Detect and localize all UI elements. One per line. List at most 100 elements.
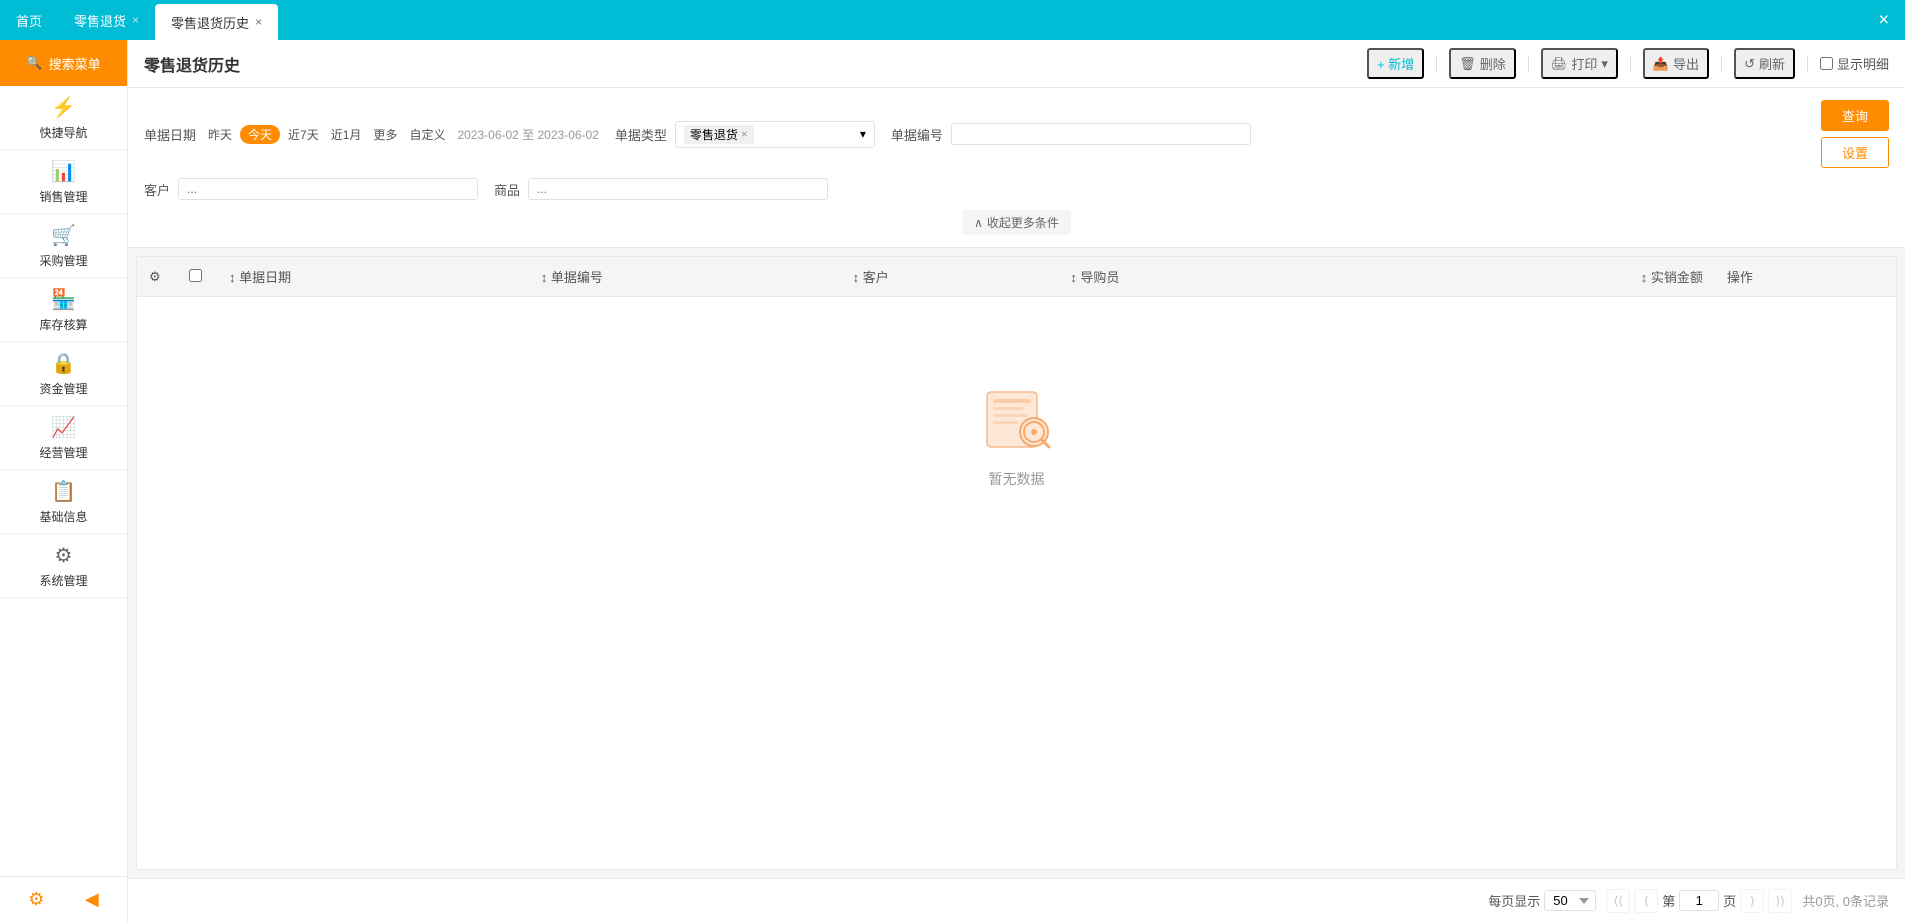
- filter-row-2: 客户 商品: [144, 178, 1889, 200]
- customer-filter: 客户: [144, 178, 478, 200]
- filter-row-1: 单据日期 昨天 今天 近7天 近1月 更多 自定义 2023-06-02 至 2…: [144, 100, 1889, 168]
- refresh-button[interactable]: ↺ 刷新: [1734, 48, 1795, 79]
- sidebar-item-quick-nav-label: 快捷导航: [39, 124, 87, 141]
- finance-icon: 🔒: [51, 351, 76, 376]
- goods-input[interactable]: [528, 178, 828, 200]
- th-customer[interactable]: ↕ 客户: [841, 257, 1059, 297]
- sidebar: 🔍 搜索菜单 ⚡ 快捷导航 📊 销售管理 🛒 采购管理 🏪 库存核算 🔒 资金管…: [0, 40, 128, 922]
- last-page-button[interactable]: ⟩⟩: [1768, 889, 1792, 913]
- th-guide[interactable]: ↕ 导购员: [1058, 257, 1323, 297]
- print-icon: 🖨: [1551, 56, 1568, 72]
- shortcut-1month[interactable]: 近1月: [327, 125, 366, 144]
- empty-cell: 暂无数据: [137, 297, 1896, 570]
- export-icon: 📤: [1653, 56, 1669, 72]
- sidebar-search-label: 搜索菜单: [49, 54, 101, 73]
- next-page-button[interactable]: ⟩: [1740, 889, 1764, 913]
- goods-filter: 商品: [494, 178, 828, 200]
- date-label: 单据日期: [144, 125, 196, 144]
- page-size-dropdown[interactable]: 20 50 100: [1544, 890, 1596, 911]
- sidebar-item-quick-nav[interactable]: ⚡ 快捷导航: [0, 86, 127, 150]
- sidebar-item-operations-label: 经营管理: [39, 444, 87, 461]
- prev-page-button[interactable]: ⟨: [1634, 889, 1658, 913]
- print-button[interactable]: 🖨 打印 ▾: [1541, 48, 1618, 79]
- settings-button[interactable]: 设置: [1821, 137, 1889, 168]
- header-actions: + 新增 🗑 删除 🖨 打印 ▾ 📤 导出: [1367, 48, 1889, 79]
- main-layout: 🔍 搜索菜单 ⚡ 快捷导航 📊 销售管理 🛒 采购管理 🏪 库存核算 🔒 资金管…: [0, 40, 1905, 922]
- th-customer-label: ↕ 客户: [853, 270, 889, 285]
- table-header-row: ⚙ ↕ 单据日期 ↕ 单据编号 ↕ 客户: [137, 257, 1896, 297]
- th-date[interactable]: ↕ 单据日期: [217, 257, 529, 297]
- show-detail-checkbox[interactable]: [1820, 57, 1833, 70]
- shortcut-7days[interactable]: 近7天: [284, 125, 323, 144]
- first-page-button[interactable]: ⟨⟨: [1606, 889, 1630, 913]
- sidebar-item-sales[interactable]: 📊 销售管理: [0, 150, 127, 214]
- sidebar-item-inventory-label: 库存核算: [39, 316, 87, 333]
- th-amount[interactable]: ↕ 实销金额: [1403, 257, 1715, 297]
- query-button[interactable]: 查询: [1821, 100, 1889, 131]
- tab-home[interactable]: 首页: [0, 0, 58, 40]
- page-input[interactable]: [1679, 890, 1719, 911]
- type-tag-value: 零售退货: [690, 126, 738, 143]
- tab-home-label: 首页: [16, 11, 42, 30]
- sidebar-item-sales-label: 销售管理: [39, 188, 87, 205]
- divider-1: [1436, 56, 1437, 72]
- new-button[interactable]: + 新增: [1367, 48, 1424, 79]
- tab-retail-return[interactable]: 零售退货 ×: [58, 0, 155, 40]
- tab-retail-return-history-label: 零售退货历史: [171, 13, 249, 32]
- goods-label: 商品: [494, 180, 520, 199]
- export-button[interactable]: 📤 导出: [1643, 48, 1709, 79]
- th-date-label: ↕ 单据日期: [229, 270, 291, 285]
- operations-icon: 📈: [51, 415, 76, 440]
- select-all-checkbox[interactable]: [189, 269, 202, 282]
- type-select[interactable]: 零售退货 × ▾: [675, 121, 875, 148]
- date-range-display: 2023-06-02 至 2023-06-02: [457, 126, 598, 143]
- inventory-icon: 🏪: [51, 287, 76, 312]
- window-close-icon[interactable]: ×: [1878, 10, 1889, 31]
- tab-retail-return-label: 零售退货: [74, 11, 126, 30]
- sidebar-item-basic-info[interactable]: 📋 基础信息: [0, 470, 127, 534]
- action-buttons: 查询 设置: [1821, 100, 1889, 168]
- sidebar-item-system[interactable]: ⚙ 系统管理: [0, 534, 127, 598]
- page-label: 第: [1662, 891, 1675, 910]
- th-guide-label: ↕ 导购员: [1070, 270, 1119, 285]
- purchase-icon: 🛒: [51, 223, 76, 248]
- collapse-sidebar-icon[interactable]: ◀: [85, 889, 99, 910]
- sidebar-item-finance[interactable]: 🔒 资金管理: [0, 342, 127, 406]
- show-detail-checkbox-label[interactable]: 显示明细: [1820, 54, 1889, 73]
- shortcut-yesterday[interactable]: 昨天: [204, 125, 236, 144]
- show-detail-label: 显示明细: [1837, 54, 1889, 73]
- tab-retail-return-history[interactable]: 零售退货历史 ×: [155, 4, 278, 40]
- data-table: ⚙ ↕ 单据日期 ↕ 单据编号 ↕ 客户: [137, 257, 1896, 569]
- th-number[interactable]: ↕ 单据编号: [529, 257, 841, 297]
- tab-retail-return-history-close[interactable]: ×: [255, 15, 262, 29]
- th-settings[interactable]: ⚙: [137, 257, 177, 297]
- shortcut-today[interactable]: 今天: [240, 125, 280, 144]
- divider-5: [1807, 56, 1808, 72]
- content-area: 零售退货历史 + 新增 🗑 删除 🖨 打印 ▾ 📤 导出: [128, 40, 1905, 922]
- sidebar-search[interactable]: 🔍 搜索菜单: [0, 40, 127, 86]
- table-body: 暂无数据: [137, 297, 1896, 570]
- top-bar: 首页 零售退货 × 零售退货历史 × ×: [0, 0, 1905, 40]
- search-icon: 🔍: [26, 55, 42, 71]
- sidebar-bottom: ⚙ ◀: [0, 876, 127, 922]
- sidebar-item-inventory[interactable]: 🏪 库存核算: [0, 278, 127, 342]
- customer-input[interactable]: [178, 178, 478, 200]
- page-title: 零售退货历史: [144, 52, 240, 76]
- customer-label: 客户: [144, 180, 170, 199]
- sidebar-item-operations[interactable]: 📈 经营管理: [0, 406, 127, 470]
- collapse-icon: ∧: [974, 216, 983, 230]
- empty-illustration: [977, 377, 1057, 457]
- th-checkbox[interactable]: [177, 257, 217, 297]
- number-input[interactable]: [951, 123, 1251, 145]
- system-icon: ⚙: [55, 543, 73, 568]
- tab-retail-return-close[interactable]: ×: [132, 13, 139, 27]
- type-tag-close[interactable]: ×: [741, 127, 748, 141]
- collapse-button[interactable]: ∧ 收起更多条件: [962, 210, 1071, 235]
- settings-bottom-icon[interactable]: ⚙: [28, 889, 44, 910]
- shortcut-more[interactable]: 更多: [369, 125, 401, 144]
- th-action: 操作: [1715, 257, 1896, 297]
- print-dropdown-icon: ▾: [1601, 56, 1608, 72]
- delete-button[interactable]: 🗑 删除: [1449, 48, 1516, 79]
- sidebar-item-purchase[interactable]: 🛒 采购管理: [0, 214, 127, 278]
- shortcut-custom[interactable]: 自定义: [405, 125, 449, 144]
